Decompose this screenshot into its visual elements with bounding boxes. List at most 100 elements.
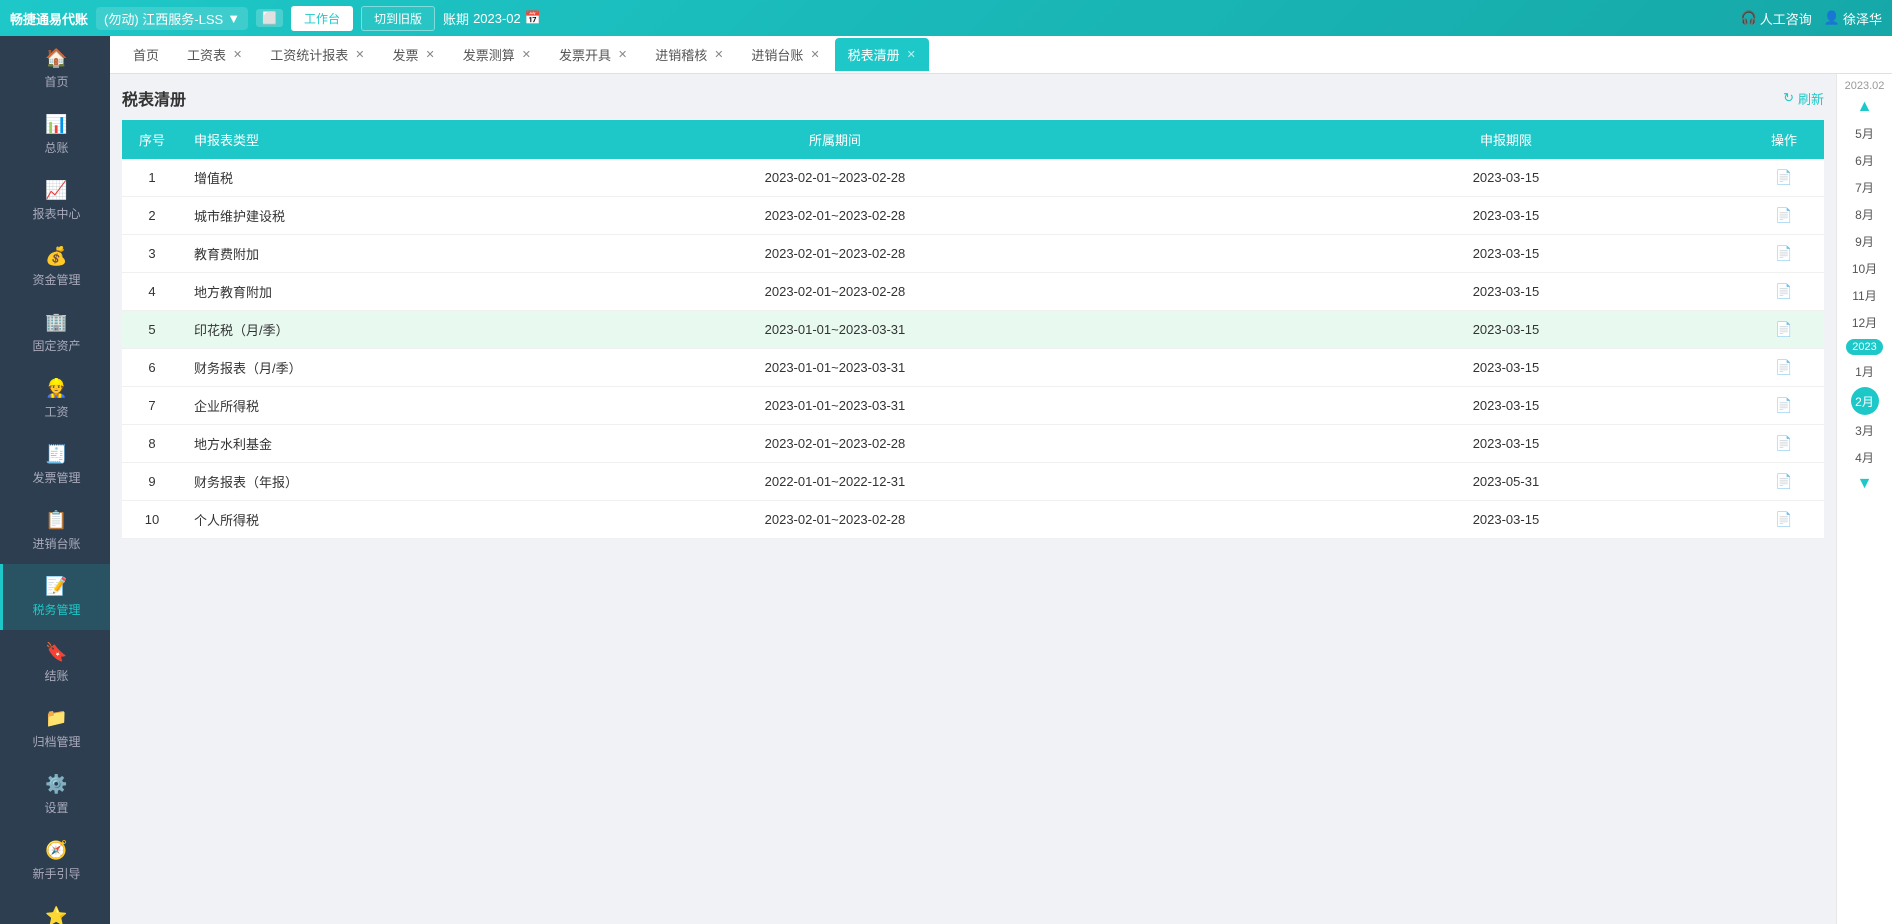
close-tab-salary[interactable]: ✕ <box>233 48 242 61</box>
action-detail-icon[interactable]: 📄 <box>1775 511 1792 527</box>
action-detail-icon[interactable]: 📄 <box>1775 245 1792 261</box>
cell-action: 📄 <box>1744 501 1824 539</box>
table-row: 1 增值税 2023-02-01~2023-02-28 2023-03-15 📄 <box>122 159 1824 197</box>
sidebar-item-guide[interactable]: 🧭 新手引导 <box>0 828 110 894</box>
sidebar-item-fixed-asset[interactable]: 🏢 固定资产 <box>0 300 110 366</box>
timeline-month-12[interactable]: 12月 <box>1837 309 1892 336</box>
cell-action: 📄 <box>1744 349 1824 387</box>
cell-period: 2023-01-01~2023-03-31 <box>402 349 1268 387</box>
tax-mgmt-icon: 📝 <box>45 576 67 597</box>
tab-salary-stat[interactable]: 工资统计报表 ✕ <box>257 38 377 71</box>
sidebar-item-settlement[interactable]: 🔖 结账 <box>0 630 110 696</box>
tab-tax-clearance[interactable]: 税表清册 ✕ <box>835 38 929 71</box>
tab-home[interactable]: 首页 <box>120 38 172 71</box>
cell-period: 2022-01-01~2022-12-31 <box>402 463 1268 501</box>
timeline-month-9[interactable]: 9月 <box>1837 228 1892 255</box>
user-menu[interactable]: 👤 徐泽华 <box>1824 9 1882 28</box>
tab-sales-audit[interactable]: 进销稽核 ✕ <box>642 38 736 71</box>
timeline-up-button[interactable]: ▲ <box>1853 94 1877 120</box>
invoice-mgmt-icon: 🧾 <box>45 444 67 465</box>
action-detail-icon[interactable]: 📄 <box>1775 283 1792 299</box>
fund-icon: 💰 <box>45 246 67 267</box>
copy-icon-button[interactable]: ⬜ <box>256 9 283 27</box>
sidebar-item-home[interactable]: 🏠 首页 <box>0 36 110 102</box>
sidebar-label-settlement: 结账 <box>44 667 68 684</box>
cell-deadline: 2023-03-15 <box>1268 501 1744 539</box>
close-tab-salary-stat[interactable]: ✕ <box>355 48 364 61</box>
timeline-down-button[interactable]: ▼ <box>1853 471 1877 497</box>
cell-deadline: 2023-03-15 <box>1268 387 1744 425</box>
calendar-icon[interactable]: 📅 <box>525 10 541 26</box>
cell-period: 2023-01-01~2023-03-31 <box>402 387 1268 425</box>
cell-deadline: 2023-03-15 <box>1268 273 1744 311</box>
timeline-month-11[interactable]: 11月 <box>1837 282 1892 309</box>
sidebar-label-sales-ledger: 进销台账 <box>32 535 80 552</box>
sidebar-label-home: 首页 <box>44 73 68 90</box>
period-label: 账期 2023-02 📅 <box>443 9 541 28</box>
ai-consult-button[interactable]: 🎧 人工咨询 <box>1741 9 1812 28</box>
page-title: 税表清册 <box>122 86 186 110</box>
cell-type: 城市维护建设税 <box>182 197 402 235</box>
table-row: 4 地方教育附加 2023-02-01~2023-02-28 2023-03-1… <box>122 273 1824 311</box>
action-detail-icon[interactable]: 📄 <box>1775 321 1792 337</box>
timeline-month-2-active[interactable]: 2月 <box>1851 387 1879 415</box>
workbench-button[interactable]: 工作台 <box>291 6 353 31</box>
top-bar: 畅捷通易代账 (勿动) 江西服务-LSS ▼ ⬜ 工作台 切到旧版 账期 202… <box>0 0 1892 36</box>
company-selector[interactable]: (勿动) 江西服务-LSS ▼ <box>96 7 248 30</box>
action-detail-icon[interactable]: 📄 <box>1775 207 1792 223</box>
tab-invoice[interactable]: 发票 ✕ <box>379 38 447 71</box>
close-tab-sales-account[interactable]: ✕ <box>810 48 819 61</box>
close-tab-sales-audit[interactable]: ✕ <box>714 48 723 61</box>
cell-no: 10 <box>122 501 182 539</box>
col-period: 所属期间 <box>402 120 1268 159</box>
timeline-year-2023[interactable]: 2023 <box>1846 339 1882 355</box>
sidebar-item-ledger[interactable]: 📊 总账 <box>0 102 110 168</box>
sidebar-item-settings[interactable]: ⚙️ 设置 <box>0 762 110 828</box>
main-panel: 税表清册 ↻ 刷新 序号 申报表类型 所属期间 申报期限 操作 <box>110 74 1836 924</box>
sidebar-item-invoice-mgmt[interactable]: 🧾 发票管理 <box>0 432 110 498</box>
action-detail-icon[interactable]: 📄 <box>1775 435 1792 451</box>
close-tab-invoice[interactable]: ✕ <box>426 48 435 61</box>
headset-icon: 🎧 <box>1741 10 1757 26</box>
action-detail-icon[interactable]: 📄 <box>1775 169 1792 185</box>
refresh-button[interactable]: ↻ 刷新 <box>1783 89 1824 108</box>
timeline-month-1[interactable]: 1月 <box>1837 358 1892 385</box>
action-detail-icon[interactable]: 📄 <box>1775 473 1792 489</box>
timeline-month-6[interactable]: 6月 <box>1837 147 1892 174</box>
tab-sales-account[interactable]: 进销台账 ✕ <box>738 38 832 71</box>
cell-no: 9 <box>122 463 182 501</box>
tab-invoice-open[interactable]: 发票开具 ✕ <box>546 38 640 71</box>
tab-salary[interactable]: 工资表 ✕ <box>174 38 255 71</box>
sidebar-label-archive: 归档管理 <box>32 733 80 750</box>
close-tab-invoice-check[interactable]: ✕ <box>522 48 531 61</box>
sidebar-item-tax-mgmt[interactable]: 📝 税务管理 <box>0 564 110 630</box>
cell-deadline: 2023-03-15 <box>1268 235 1744 273</box>
timeline-month-10[interactable]: 10月 <box>1837 255 1892 282</box>
tab-invoice-check[interactable]: 发票测算 ✕ <box>450 38 544 71</box>
cell-deadline: 2023-03-15 <box>1268 197 1744 235</box>
timeline-month-3[interactable]: 3月 <box>1837 417 1892 444</box>
cell-period: 2023-02-01~2023-02-28 <box>402 159 1268 197</box>
sidebar-item-vip[interactable]: ⭐ 畅会员 <box>0 894 110 924</box>
sidebar-item-archive[interactable]: 📁 归档管理 <box>0 696 110 762</box>
timeline-month-5[interactable]: 5月 <box>1837 120 1892 147</box>
sidebar-item-salary[interactable]: 👷 工资 <box>0 366 110 432</box>
cell-no: 4 <box>122 273 182 311</box>
settings-icon: ⚙️ <box>45 774 67 795</box>
switch-old-button[interactable]: 切到旧版 <box>361 6 435 31</box>
fixed-asset-icon: 🏢 <box>45 312 67 333</box>
action-detail-icon[interactable]: 📄 <box>1775 397 1792 413</box>
timeline-month-4[interactable]: 4月 <box>1837 444 1892 471</box>
sidebar-item-report[interactable]: 📈 报表中心 <box>0 168 110 234</box>
timeline-month-8[interactable]: 8月 <box>1837 201 1892 228</box>
sales-ledger-icon: 📋 <box>45 510 67 531</box>
sidebar-item-fund[interactable]: 💰 资金管理 <box>0 234 110 300</box>
close-tab-invoice-open[interactable]: ✕ <box>618 48 627 61</box>
action-detail-icon[interactable]: 📄 <box>1775 359 1792 375</box>
cell-type: 企业所得税 <box>182 387 402 425</box>
archive-icon: 📁 <box>45 708 67 729</box>
timeline-header: 2023.02 <box>1845 78 1885 94</box>
close-tab-tax-clearance[interactable]: ✕ <box>907 48 916 61</box>
timeline-month-7[interactable]: 7月 <box>1837 174 1892 201</box>
sidebar-item-sales-ledger[interactable]: 📋 进销台账 <box>0 498 110 564</box>
